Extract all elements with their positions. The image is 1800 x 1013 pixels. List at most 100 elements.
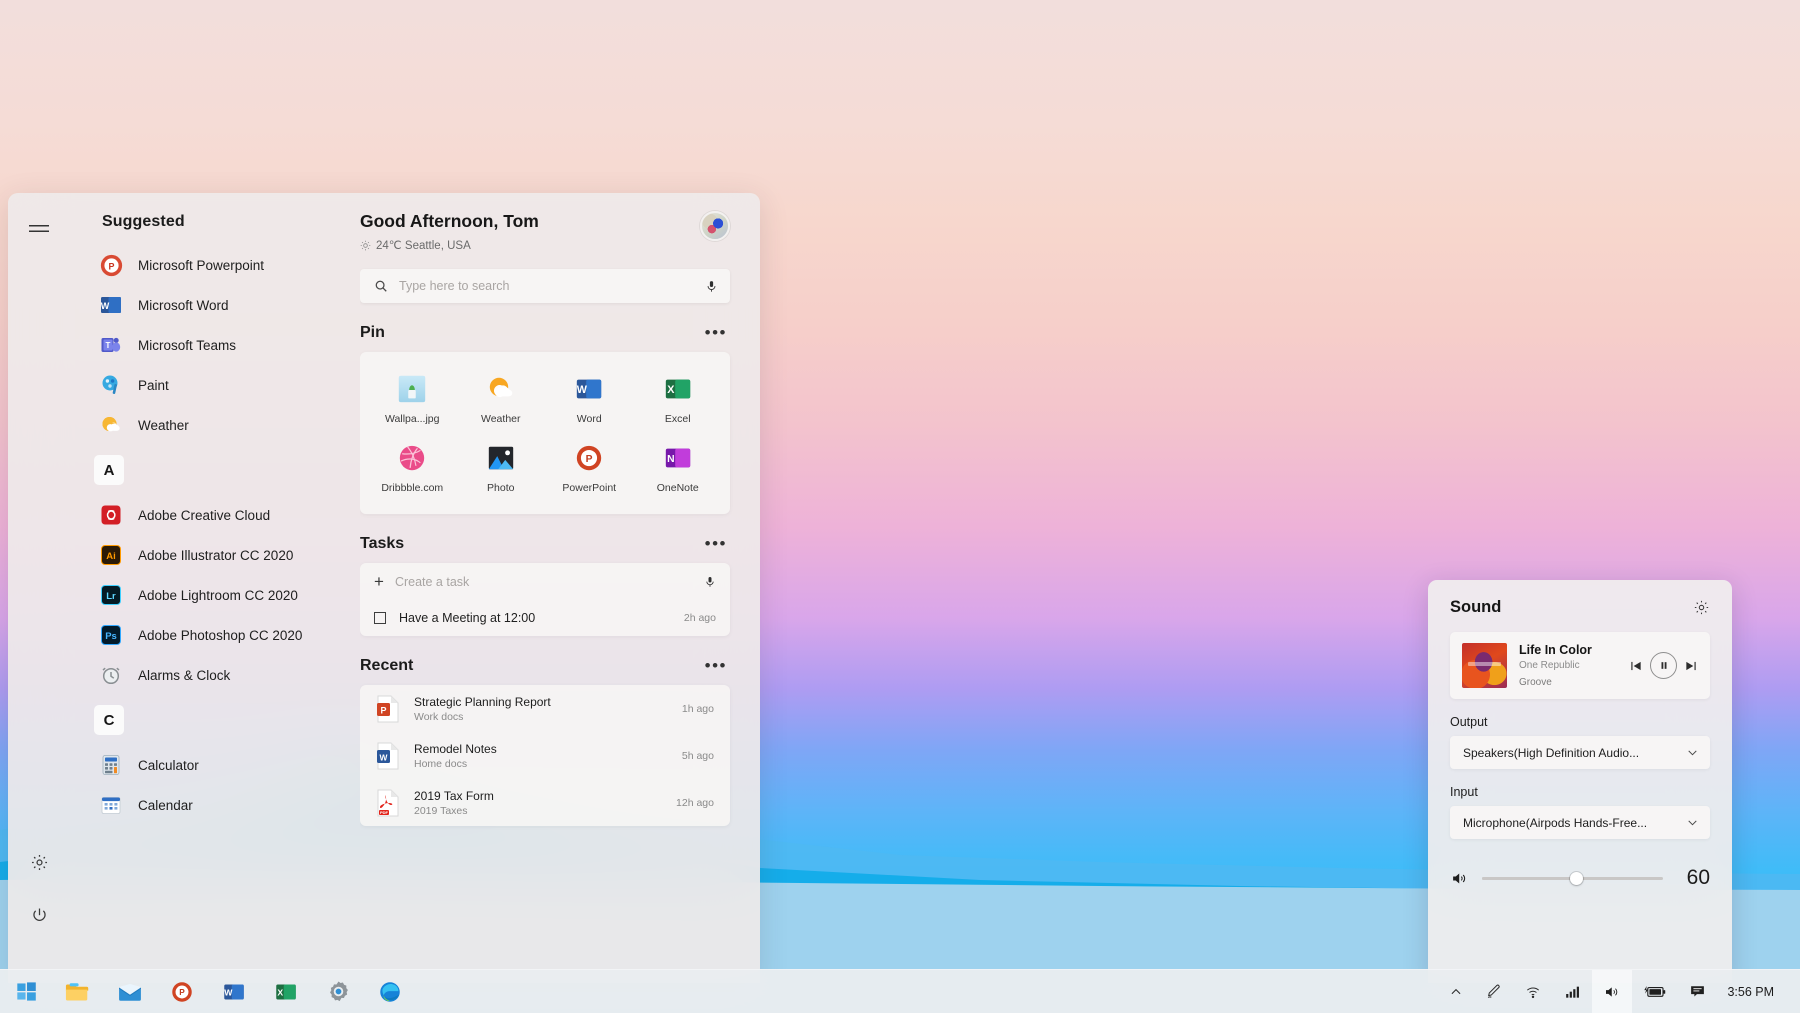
recent-text: 2019 Tax Form 2019 Taxes xyxy=(414,789,662,817)
word-button[interactable]: W xyxy=(208,970,260,1013)
alpha-group-c[interactable]: C xyxy=(94,705,124,735)
excel-button[interactable]: X xyxy=(260,970,312,1013)
app-list-item-photoshop[interactable]: Ps Adobe Photoshop CC 2020 xyxy=(74,615,350,655)
taskbar-app-buttons: P W X xyxy=(0,970,416,1013)
recent-more-button[interactable]: ••• xyxy=(702,655,730,676)
sound-title: Sound xyxy=(1450,598,1502,616)
app-list-item-illustrator[interactable]: Ai Adobe Illustrator CC 2020 xyxy=(74,535,350,575)
speaker-icon[interactable] xyxy=(1450,870,1469,887)
task-label: Have a Meeting at 12:00 xyxy=(399,611,536,625)
create-task-row[interactable]: + Create a task xyxy=(360,563,730,600)
wifi-button[interactable] xyxy=(1513,970,1553,1013)
app-list-item-calendar[interactable]: Calendar xyxy=(74,785,350,825)
edge-button[interactable] xyxy=(364,970,416,1013)
file-explorer-button[interactable] xyxy=(52,970,104,1013)
sound-header: Sound xyxy=(1450,598,1710,617)
pin-more-button[interactable]: ••• xyxy=(702,322,730,343)
app-label: Calendar xyxy=(138,797,193,813)
pin-item-excel[interactable]: X Excel xyxy=(634,366,723,429)
alpha-group-a[interactable]: A xyxy=(94,455,124,485)
input-device-select[interactable]: Microphone(Airpods Hands-Free... xyxy=(1450,806,1710,839)
speaker-icon xyxy=(1606,986,1618,997)
pin-title: Pin xyxy=(360,323,385,341)
paint-icon xyxy=(98,372,124,398)
settings-gear-icon xyxy=(329,981,348,1002)
settings-gear-icon[interactable] xyxy=(22,845,56,879)
greeting-row: Good Afternoon, Tom 24℃ Seattle, USA xyxy=(360,211,730,252)
search-input[interactable] xyxy=(399,279,694,293)
word-icon: W xyxy=(98,292,124,318)
task-row[interactable]: Have a Meeting at 12:00 2h ago xyxy=(360,600,730,636)
output-device-select[interactable]: Speakers(High Definition Audio... xyxy=(1450,736,1710,769)
pause-icon[interactable] xyxy=(1650,652,1677,679)
app-list-item-teams[interactable]: T Microsoft Teams xyxy=(74,325,350,365)
output-label: Output xyxy=(1450,715,1488,729)
previous-track-icon[interactable] xyxy=(1629,659,1643,673)
pin-item-onenote[interactable]: N OneNote xyxy=(634,435,723,498)
word-file-icon: W xyxy=(376,742,400,770)
tasks-more-button[interactable]: ••• xyxy=(702,533,730,554)
chevron-down-icon xyxy=(1688,750,1697,756)
pin-item-word[interactable]: W Word xyxy=(545,366,634,429)
next-track-icon[interactable] xyxy=(1684,659,1698,673)
sound-flyout-panel: Sound Life In Color One Republic Groove xyxy=(1428,580,1732,983)
plus-icon: + xyxy=(374,572,384,591)
pin-item-dribbble[interactable]: Dribbble.com xyxy=(368,435,457,498)
greeting-text: Good Afternoon, Tom 24℃ Seattle, USA xyxy=(360,211,700,252)
power-button-icon[interactable] xyxy=(22,898,56,932)
recent-item[interactable]: P Strategic Planning Report Work docs 1h… xyxy=(360,685,730,732)
app-list-item-creative-cloud[interactable]: Adobe Creative Cloud xyxy=(74,495,350,535)
show-hidden-icons-button[interactable] xyxy=(1438,970,1474,1013)
microphone-icon[interactable] xyxy=(704,575,716,589)
photoshop-icon: Ps xyxy=(98,622,124,648)
settings-button[interactable] xyxy=(312,970,364,1013)
image-file-icon xyxy=(395,372,429,406)
search-bar[interactable] xyxy=(360,269,730,303)
app-list-item-alarms-clock[interactable]: Alarms & Clock xyxy=(74,655,350,695)
recent-item[interactable]: W Remodel Notes Home docs 5h ago xyxy=(360,732,730,779)
app-label: Microsoft Word xyxy=(138,297,229,313)
task-checkbox[interactable] xyxy=(374,612,386,624)
signal-bars-icon xyxy=(1566,986,1580,998)
svg-text:Lr: Lr xyxy=(106,591,116,602)
pin-label: Dribbble.com xyxy=(381,482,444,494)
action-center-button[interactable] xyxy=(1678,970,1717,1013)
pen-menu-button[interactable] xyxy=(1474,970,1513,1013)
svg-text:PDF: PDF xyxy=(380,810,389,815)
start-button[interactable] xyxy=(0,970,52,1013)
chevron-up-icon xyxy=(1451,988,1461,994)
svg-text:W: W xyxy=(380,752,388,762)
battery-button[interactable] xyxy=(1632,970,1678,1013)
network-signal-button[interactable] xyxy=(1553,970,1592,1013)
powerpoint-file-icon: P xyxy=(376,695,400,723)
pin-label: Weather xyxy=(481,413,521,425)
taskbar-clock[interactable]: 3:56 PM xyxy=(1717,970,1786,1013)
pin-item-powerpoint[interactable]: P PowerPoint xyxy=(545,435,634,498)
volume-slider-thumb[interactable] xyxy=(1569,871,1583,885)
app-list-item-lightroom[interactable]: Lr Adobe Lightroom CC 2020 xyxy=(74,575,350,615)
app-list-item-word[interactable]: W Microsoft Word xyxy=(74,285,350,325)
app-list-item-calculator[interactable]: Calculator xyxy=(74,745,350,785)
pin-item-weather[interactable]: Weather xyxy=(457,366,546,429)
user-avatar[interactable] xyxy=(700,211,730,241)
app-list-item-weather[interactable]: Weather xyxy=(74,405,350,445)
powerpoint-button[interactable]: P xyxy=(156,970,208,1013)
recent-title-text: Strategic Planning Report xyxy=(414,694,551,709)
lightroom-icon: Lr xyxy=(98,582,124,608)
volume-slider[interactable] xyxy=(1482,871,1663,885)
app-label: Calculator xyxy=(138,757,199,773)
word-icon: W xyxy=(224,984,244,999)
hamburger-menu-icon[interactable] xyxy=(22,214,56,248)
app-list-item-powerpoint[interactable]: P Microsoft Powerpoint xyxy=(74,245,350,285)
hamburger-glyph xyxy=(29,225,49,232)
volume-button[interactable] xyxy=(1592,969,1633,1013)
app-list-item-paint[interactable]: Paint xyxy=(74,365,350,405)
recent-item[interactable]: PDF 2019 Tax Form 2019 Taxes 12h ago xyxy=(360,779,730,826)
microphone-icon[interactable] xyxy=(705,279,718,294)
adobe-creative-cloud-icon xyxy=(98,502,124,528)
tasks-section-header: Tasks ••• xyxy=(360,533,730,554)
mail-button[interactable] xyxy=(104,970,156,1013)
sound-settings-gear-icon[interactable] xyxy=(1693,599,1710,616)
pin-item-wallpaper[interactable]: Wallpa...jpg xyxy=(368,366,457,429)
pin-item-photo[interactable]: Photo xyxy=(457,435,546,498)
